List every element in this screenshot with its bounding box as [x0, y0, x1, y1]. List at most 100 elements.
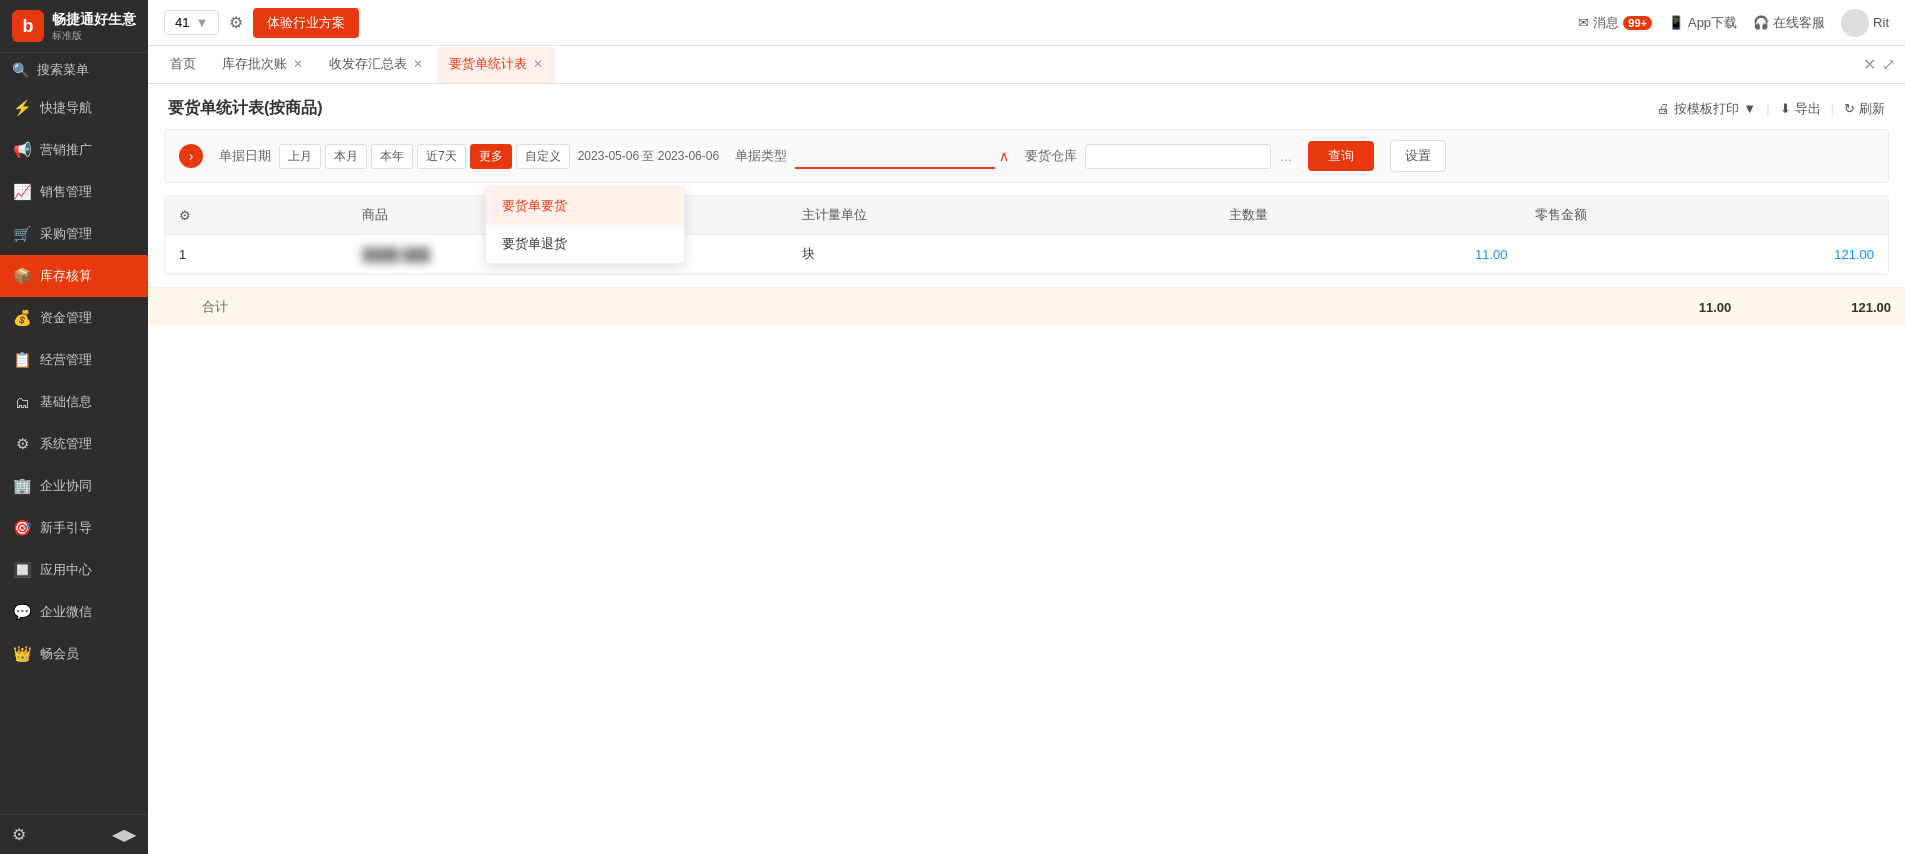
tab-close-inventory-batch[interactable]: ✕ [293, 57, 303, 71]
member-icon: 👑 [12, 645, 32, 663]
finance-icon: 💰 [12, 309, 32, 327]
refresh-button[interactable]: ↻ 刷新 [1844, 100, 1885, 118]
system-icon: ⚙ [12, 435, 32, 453]
sidebar-item-guide[interactable]: 🎯 新手引导 [0, 507, 148, 549]
date-btn-last-month[interactable]: 上月 [279, 144, 321, 169]
cell-quantity: 11.00 [1215, 235, 1522, 274]
messages-badge: 99+ [1623, 16, 1652, 30]
sidebar-item-system[interactable]: ⚙ 系统管理 [0, 423, 148, 465]
search-icon: 🔍 [12, 62, 29, 78]
app-logo-icon: b [12, 10, 44, 42]
tab-close-demand-stats[interactable]: ✕ [533, 57, 543, 71]
type-filter-label: 单据类型 [735, 147, 787, 165]
tab-restore-button[interactable]: ⤢ [1882, 55, 1895, 74]
settings-footer-icon[interactable]: ⚙ [12, 825, 26, 844]
page-actions: 🖨 按模板打印 ▼ | ⬇ 导出 | ↻ 刷新 [1657, 100, 1885, 118]
table-header-row: ⚙ 商品 主计量单位 主数量 零售金额 [165, 196, 1888, 235]
marketing-icon: 📢 [12, 141, 32, 159]
tab-bar: 首页 库存批次账 ✕ 收发存汇总表 ✕ 要货单统计表 ✕ ✕ ⤢ [148, 46, 1905, 84]
filter-bar: › 单据日期 上月 本月 本年 近7天 更多 自定义 2023-05-06 至 … [164, 129, 1889, 183]
page-title: 要货单统计表(按商品) [168, 98, 323, 119]
collapse-sidebar-icon[interactable]: ◀▶ [112, 825, 136, 844]
dropdown-item-demand-order[interactable]: 要货单要货 [486, 187, 684, 225]
date-btn-this-month[interactable]: 本月 [325, 144, 367, 169]
page-content: 要货单统计表(按商品) 🖨 按模板打印 ▼ | ⬇ 导出 | ↻ 刷新 [148, 84, 1905, 854]
sidebar-nav: ⚡ 快捷导航 📢 营销推广 📈 销售管理 🛒 采购管理 📦 库存核算 💰 资金管… [0, 87, 148, 814]
service-icon: 🎧 [1753, 15, 1769, 30]
page-header: 要货单统计表(按商品) 🖨 按模板打印 ▼ | ⬇ 导出 | ↻ 刷新 [148, 84, 1905, 129]
main-area: 41 ▼ ⚙ 体验行业方案 ✉ 消息 99+ 📱 App下载 🎧 在线客服 R [148, 0, 1905, 854]
table-footer: 合计 11.00 121.00 [148, 287, 1905, 326]
date-range-display: 2023-05-06 至 2023-06-06 [578, 148, 719, 165]
message-icon: ✉ [1578, 15, 1589, 30]
type-filter-chevron[interactable]: ∧ [999, 148, 1009, 164]
user-profile[interactable]: Rit [1841, 9, 1889, 37]
type-filter-group: 单据类型 ∧ [735, 144, 1009, 169]
appstore-icon: 🔲 [12, 561, 32, 579]
quick-nav-icon: ⚡ [12, 99, 32, 117]
date-btn-more[interactable]: 更多 [470, 144, 512, 169]
filter-setting-button[interactable]: 设置 [1390, 140, 1446, 172]
sidebar-item-inventory[interactable]: 📦 库存核算 [0, 255, 148, 297]
date-btn-7days[interactable]: 近7天 [417, 144, 466, 169]
total-sale-amount: 121.00 [1851, 300, 1891, 315]
col-sale-amount: 零售金额 [1521, 196, 1888, 235]
sidebar-item-operation[interactable]: 📋 经营管理 [0, 339, 148, 381]
tab-close-recv-summary[interactable]: ✕ [413, 57, 423, 71]
print-template-button[interactable]: 🖨 按模板打印 ▼ [1657, 100, 1756, 118]
trial-button[interactable]: 体验行业方案 [253, 8, 359, 38]
sidebar-item-basic[interactable]: 🗂 基础信息 [0, 381, 148, 423]
table-row: 1 ████ ███ 块 11.00 121.00 [165, 235, 1888, 274]
store-selector[interactable]: 41 ▼ [164, 10, 219, 35]
tab-demand-stats[interactable]: 要货单统计表 ✕ [437, 47, 555, 83]
table-settings-col[interactable]: ⚙ [165, 196, 348, 235]
sidebar-item-purchase[interactable]: 🛒 采购管理 [0, 213, 148, 255]
tab-home[interactable]: 首页 [158, 47, 208, 83]
inventory-icon: 📦 [12, 267, 32, 285]
store-dropdown-arrow: ▼ [195, 15, 208, 30]
tab-inventory-batch[interactable]: 库存批次账 ✕ [210, 47, 315, 83]
sidebar-item-appstore[interactable]: 🔲 应用中心 [0, 549, 148, 591]
tab-recv-summary[interactable]: 收发存汇总表 ✕ [317, 47, 435, 83]
sidebar-item-sales[interactable]: 📈 销售管理 [0, 171, 148, 213]
sidebar-search[interactable]: 🔍 搜索菜单 [0, 53, 148, 87]
online-service-item[interactable]: 🎧 在线客服 [1753, 14, 1825, 32]
export-icon: ⬇ [1780, 101, 1791, 116]
sidebar-item-member[interactable]: 👑 畅会员 [0, 633, 148, 675]
warehouse-filter-input[interactable] [1085, 144, 1271, 169]
dropdown-item-demand-return[interactable]: 要货单退货 [486, 225, 684, 263]
purchase-icon: 🛒 [12, 225, 32, 243]
cell-unit: 块 [788, 235, 1214, 274]
date-btn-this-year[interactable]: 本年 [371, 144, 413, 169]
date-filter-group: 单据日期 上月 本月 本年 近7天 更多 自定义 2023-05-06 至 20… [219, 144, 719, 169]
sidebar-item-finance[interactable]: 💰 资金管理 [0, 297, 148, 339]
tab-close-all-button[interactable]: ✕ [1863, 55, 1876, 74]
sidebar-item-wechat[interactable]: 💬 企业微信 [0, 591, 148, 633]
date-buttons: 上月 本月 本年 近7天 更多 自定义 [279, 144, 570, 169]
export-button[interactable]: ⬇ 导出 [1780, 100, 1821, 118]
guide-icon: 🎯 [12, 519, 32, 537]
header-settings-icon[interactable]: ⚙ [229, 13, 243, 32]
header: 41 ▼ ⚙ 体验行业方案 ✉ 消息 99+ 📱 App下载 🎧 在线客服 R [148, 0, 1905, 46]
app-download-item[interactable]: 📱 App下载 [1668, 14, 1737, 32]
cell-sale-amount: 121.00 [1521, 235, 1888, 274]
print-icon: 🖨 [1657, 101, 1670, 116]
warehouse-more-icon[interactable]: … [1279, 149, 1292, 164]
date-btn-custom[interactable]: 自定义 [516, 144, 570, 169]
type-filter-input[interactable] [795, 144, 995, 169]
total-quantity: 11.00 [1699, 300, 1732, 315]
messages-item[interactable]: ✉ 消息 99+ [1578, 14, 1652, 32]
query-button[interactable]: 查询 [1308, 141, 1374, 171]
expand-filter-button[interactable]: › [179, 144, 203, 168]
sales-icon: 📈 [12, 183, 32, 201]
sidebar-item-quick-nav[interactable]: ⚡ 快捷导航 [0, 87, 148, 129]
type-dropdown: 要货单要货 要货单退货 [485, 186, 685, 264]
sidebar-item-marketing[interactable]: 📢 营销推广 [0, 129, 148, 171]
sidebar-item-enterprise[interactable]: 🏢 企业协同 [0, 465, 148, 507]
print-dropdown-icon: ▼ [1743, 101, 1756, 116]
cell-index: 1 [165, 235, 348, 274]
warehouse-filter-group: 要货仓库 … [1025, 144, 1292, 169]
date-filter-label: 单据日期 [219, 147, 271, 165]
user-name: Rit [1873, 15, 1889, 30]
warehouse-filter-label: 要货仓库 [1025, 147, 1077, 165]
